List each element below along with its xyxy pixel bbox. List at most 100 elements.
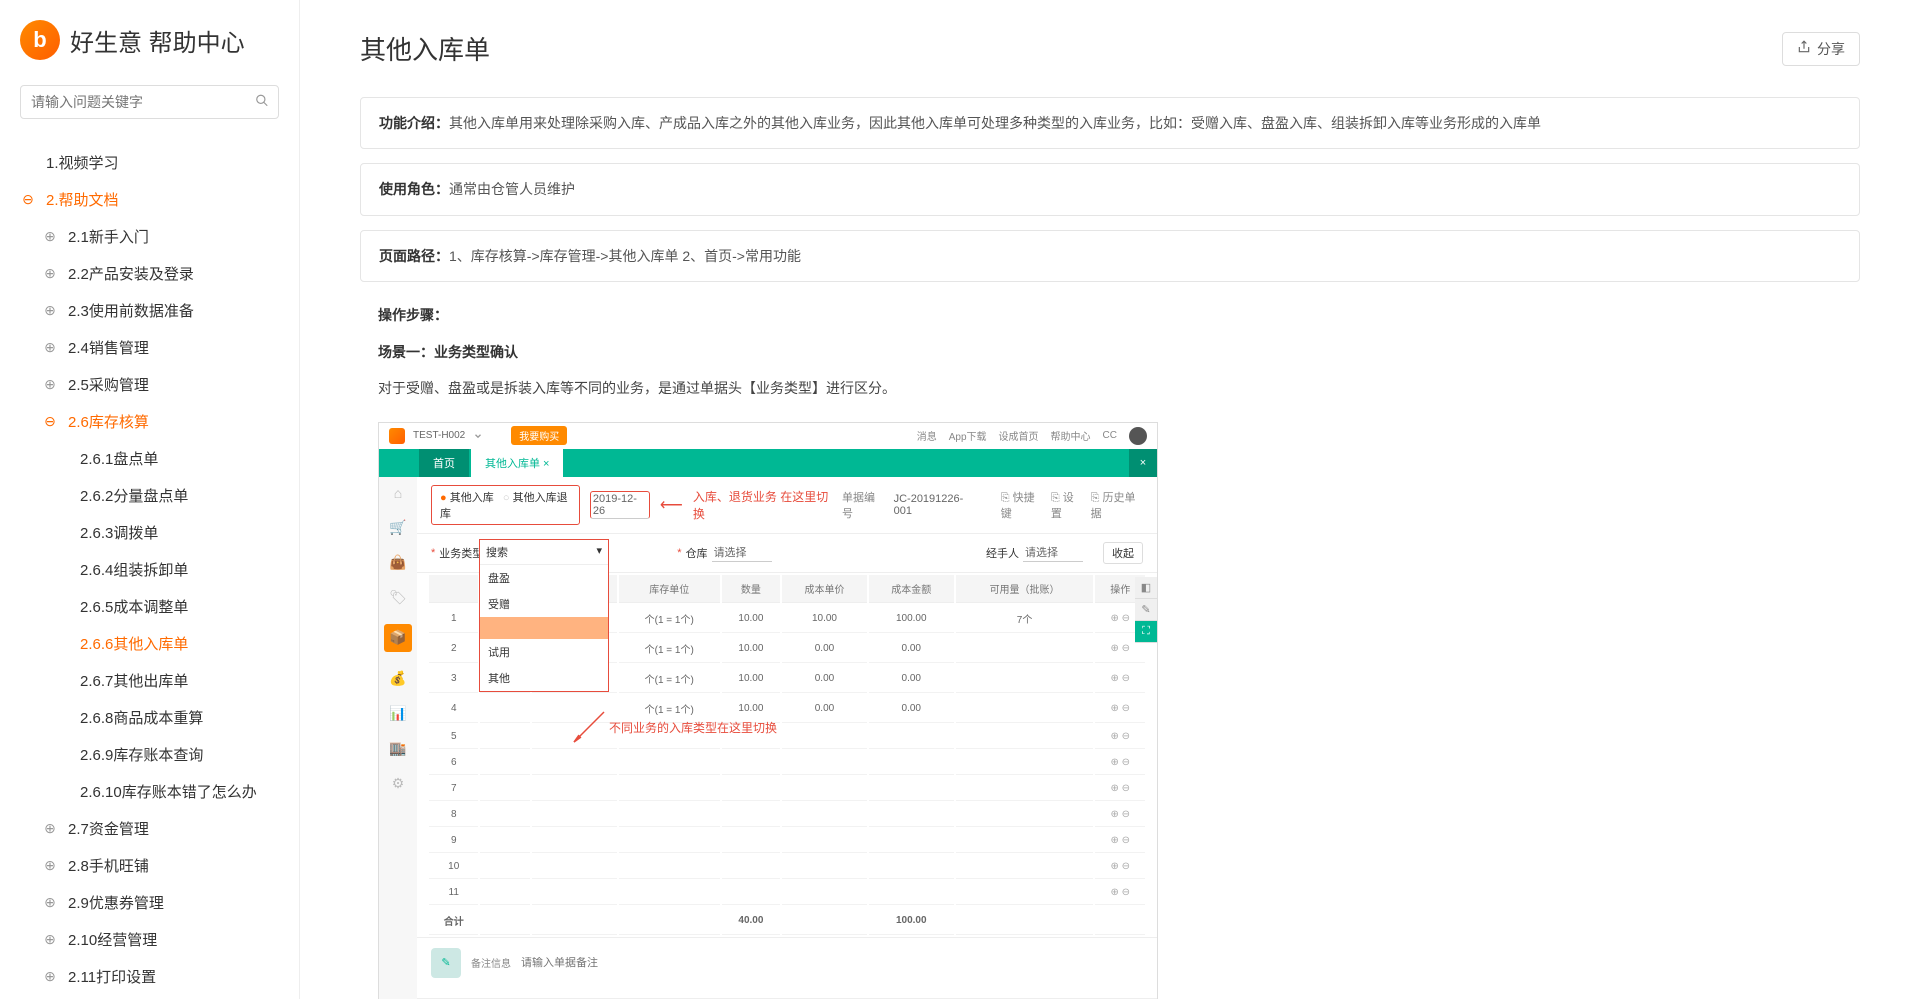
nav-l1-item[interactable]: 2.帮助文档 [20, 181, 279, 218]
ss-collapse-btn: 收起 [1103, 542, 1143, 564]
minus-icon [20, 192, 36, 208]
logo-text: 好生意 帮助中心 [70, 23, 245, 58]
tool-icon: ◧ [1135, 577, 1157, 599]
path-label: 页面路径： [379, 248, 449, 264]
close-icon: × [1129, 449, 1157, 477]
ss-dropdown-item: 受赠 [480, 591, 608, 617]
role-label: 使用角色： [379, 181, 449, 197]
cart-icon: 🛒 [389, 519, 406, 536]
nav-l3-item[interactable]: 2.6.9库存账本查询 [70, 736, 279, 773]
plus-icon [42, 266, 58, 282]
search-input[interactable] [20, 85, 279, 119]
wallet-icon: 💰 [389, 670, 406, 687]
plus-icon [42, 229, 58, 245]
ss-toolbar-link: ⎘ 历史单据 [1091, 489, 1143, 521]
gear-icon: ⚙ [392, 775, 405, 792]
ss-remark-input [521, 957, 1143, 969]
nav-l2-item[interactable]: 2.9优惠券管理 [42, 884, 279, 921]
nav-l2-item[interactable]: 2.10经营管理 [42, 921, 279, 958]
share-button[interactable]: 分享 [1782, 32, 1860, 66]
plus-icon [42, 340, 58, 356]
nav-l3-item[interactable]: 2.6.2分量盘点单 [70, 477, 279, 514]
ss-sidebar: ⌂ 🛒 👜 🏷 📦 💰 📊 🏬 ⚙ [379, 477, 417, 999]
ss-annotation-2: 不同业务的入库类型在这里切换 [609, 719, 777, 736]
nav-l3-item[interactable]: 2.6.10库存账本错了怎么办 [70, 773, 279, 810]
logo-row: b 好生意 帮助中心 [20, 20, 279, 60]
table-row: 11⊕ ⊖ [429, 881, 1145, 905]
nav-l3-item[interactable]: 2.6.8商品成本重算 [70, 699, 279, 736]
store-icon: 🏬 [389, 740, 406, 757]
plus-icon [42, 377, 58, 393]
cube-icon: 📦 [384, 624, 412, 652]
nav-l2-item[interactable]: 2.12系统个性化设置 [42, 995, 279, 999]
nav-l2-item[interactable]: 2.11打印设置 [42, 958, 279, 995]
plus-icon [42, 932, 58, 948]
path-text: 1、库存核算->库存管理->其他入库单 2、首页->常用功能 [449, 248, 801, 264]
tool-icon: ⛶ [1135, 621, 1157, 643]
ss-instance: TEST-H002 [413, 430, 465, 441]
table-row: 6⊕ ⊖ [429, 751, 1145, 775]
logo-icon: b [20, 20, 60, 60]
ss-date-field: 2019-12-26 [590, 491, 650, 519]
nav-l2-item[interactable]: 2.7资金管理 [42, 810, 279, 847]
nav-l3-item[interactable]: 2.6.1盘点单 [70, 440, 279, 477]
plus-icon [20, 155, 36, 171]
inner-screenshot: TEST-H002 我要购买 消息App下载设成首页帮助中心CC 首页 其他入库… [378, 422, 1158, 999]
note-icon: ✎ [431, 948, 461, 978]
nav-l3-item[interactable]: 2.6.6其他入库单 [70, 625, 279, 662]
nav-l3-item[interactable]: 2.6.5成本调整单 [70, 588, 279, 625]
ss-dropdown-item: 盘盈 [480, 565, 608, 591]
table-row: 9⊕ ⊖ [429, 829, 1145, 853]
plus-icon [42, 895, 58, 911]
nav-l2-item[interactable]: 2.6库存核算 [42, 403, 279, 440]
chart-icon: 📊 [389, 705, 406, 722]
minus-icon [42, 414, 58, 430]
arrow-icon [569, 707, 609, 747]
nav-l2-item[interactable]: 2.2产品安装及登录 [42, 255, 279, 292]
table-row: 7⊕ ⊖ [429, 777, 1145, 801]
nav-l2-item[interactable]: 2.8手机旺铺 [42, 847, 279, 884]
table-row: 8⊕ ⊖ [429, 803, 1145, 827]
role-box: 使用角色：通常由仓管人员维护 [360, 163, 1860, 215]
ss-docno-label: 单据编号 [842, 489, 884, 521]
plus-icon [42, 821, 58, 837]
ss-toolbar-link: ⎘ 设置 [1051, 489, 1083, 521]
ss-type-radios: ● 其他入库 ○ 其他入库退库 [431, 485, 580, 525]
ss-remark-label: 备注信息 [471, 955, 511, 970]
nav-l2-item[interactable]: 2.4销售管理 [42, 329, 279, 366]
share-label: 分享 [1817, 39, 1845, 59]
nav-l3-item[interactable]: 2.6.7其他出库单 [70, 662, 279, 699]
ss-logo-icon [389, 428, 405, 444]
nav-tree: 1.视频学习2.帮助文档2.1新手入门2.2产品安装及登录2.3使用前数据准备2… [20, 144, 279, 999]
search-icon[interactable] [255, 94, 269, 111]
nav-l3-item[interactable]: 2.6.4组装拆卸单 [70, 551, 279, 588]
path-box: 页面路径：1、库存核算->库存管理->其他入库单 2、首页->常用功能 [360, 230, 1860, 282]
ss-dropdown-item [480, 617, 608, 639]
nav-l2-item[interactable]: 2.1新手入门 [42, 218, 279, 255]
ss-tab-active: 其他入库单 × [471, 449, 563, 477]
ss-top-link: App下载 [949, 428, 987, 443]
scene1-title: 场景一：业务类型确认 [378, 339, 1860, 366]
chevron-down-icon [473, 431, 483, 441]
ss-dropdown-item: 试用 [480, 639, 608, 665]
ss-tab-home: 首页 [419, 449, 469, 477]
search-box [20, 85, 279, 119]
ss-top-link: 消息 [917, 428, 937, 443]
arrow-icon: ⟵ [660, 495, 683, 515]
intro-text: 其他入库单用来处理除采购入库、产成品入库之外的其他入库业务，因此其他入库单可处理… [449, 115, 1541, 131]
nav-l3-item[interactable]: 2.6.3调拨单 [70, 514, 279, 551]
role-text: 通常由仓管人员维护 [449, 181, 575, 197]
nav-l1-item[interactable]: 1.视频学习 [20, 144, 279, 181]
avatar-icon [1129, 427, 1147, 445]
sidebar: b 好生意 帮助中心 1.视频学习2.帮助文档2.1新手入门2.2产品安装及登录… [0, 0, 300, 999]
steps-heading: 操作步骤： [378, 302, 1860, 329]
ss-top-link: 设成首页 [999, 428, 1039, 443]
nav-l2-item[interactable]: 2.5采购管理 [42, 366, 279, 403]
nav-l2-item[interactable]: 2.3使用前数据准备 [42, 292, 279, 329]
plus-icon [42, 303, 58, 319]
page-title: 其他入库单 [360, 30, 490, 67]
ss-top-link: CC [1103, 430, 1117, 441]
ss-buy-button: 我要购买 [511, 426, 567, 445]
ss-annotation-1: 入库、退货业务 在这里切换 [693, 488, 832, 522]
table-row: 4个(1 = 1个)10.000.000.00⊕ ⊖ [429, 695, 1145, 723]
